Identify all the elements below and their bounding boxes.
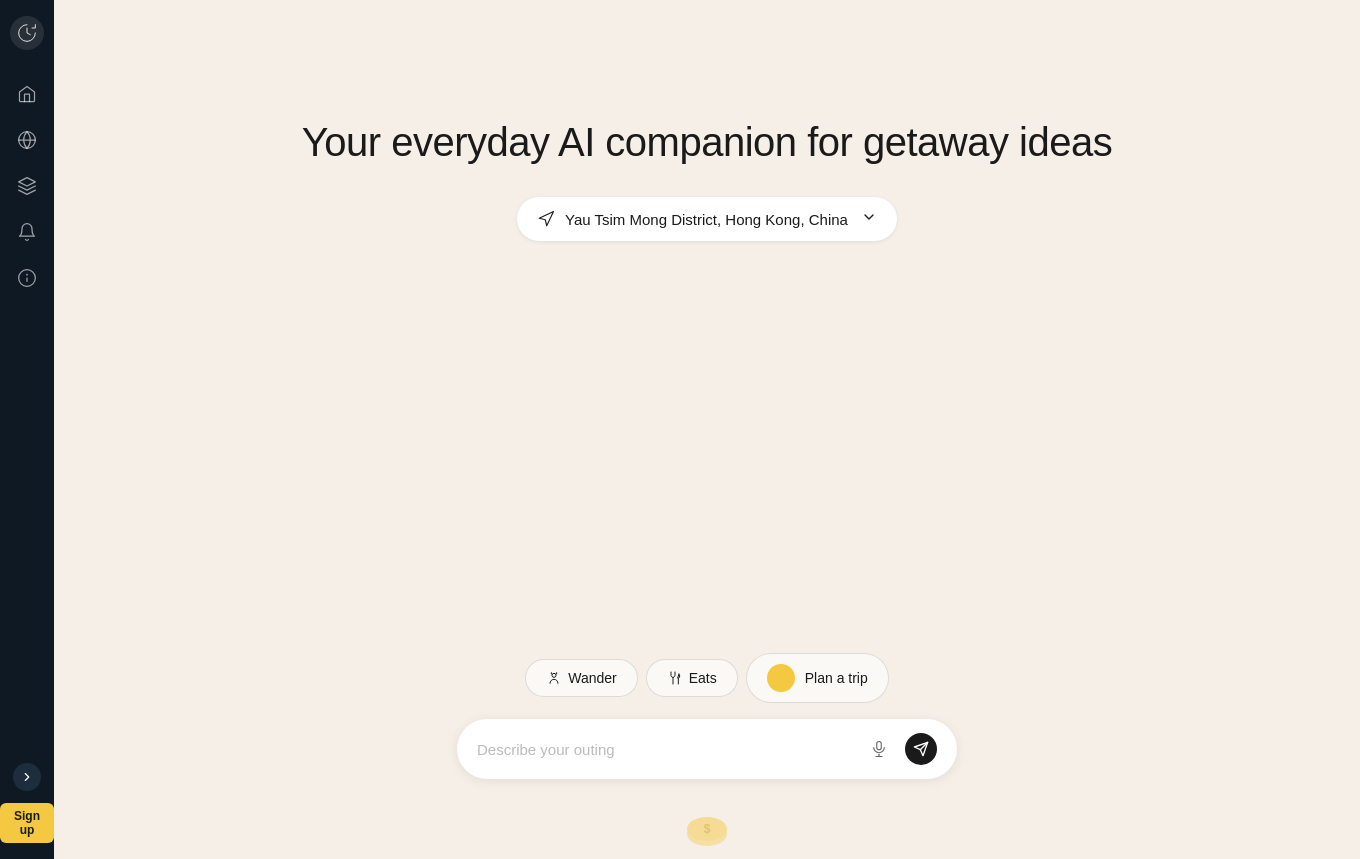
mic-button[interactable]	[865, 735, 893, 763]
logo-icon	[17, 23, 37, 43]
search-bar	[457, 719, 957, 779]
sidebar-item-layers[interactable]	[7, 166, 47, 206]
main-content: Your everyday AI companion for getaway i…	[54, 0, 1360, 859]
app-logo[interactable]	[10, 16, 44, 50]
svg-marker-1	[19, 178, 36, 186]
tab-plan-trip[interactable]: Plan a trip	[746, 653, 889, 703]
bottom-illustration: $	[667, 799, 747, 859]
send-button[interactable]	[905, 733, 937, 765]
svg-point-6	[552, 673, 556, 677]
navigation-icon	[537, 210, 555, 228]
location-chevron	[861, 209, 877, 229]
eats-icon	[667, 670, 683, 686]
eats-label: Eats	[689, 670, 717, 686]
mic-icon	[870, 740, 888, 758]
sidebar-item-home[interactable]	[7, 74, 47, 114]
location-pill-left: Yau Tsim Mong District, Hong Kong, China	[537, 210, 848, 228]
layers-icon	[17, 176, 37, 196]
chevron-down-icon	[861, 209, 877, 225]
tab-wander[interactable]: Wander	[525, 659, 638, 697]
wander-icon	[546, 670, 562, 686]
signup-button[interactable]: Sign up	[0, 803, 54, 843]
svg-text:$: $	[704, 822, 711, 836]
location-text: Yau Tsim Mong District, Hong Kong, China	[565, 211, 848, 228]
plan-trip-dot	[767, 664, 795, 692]
sidebar-item-notifications[interactable]	[7, 212, 47, 252]
globe-icon	[17, 130, 37, 150]
svg-rect-11	[877, 742, 882, 750]
sidebar-expand-button[interactable]	[13, 763, 41, 791]
info-icon	[17, 268, 37, 288]
wander-label: Wander	[568, 670, 617, 686]
send-icon	[913, 741, 929, 757]
location-selector[interactable]: Yau Tsim Mong District, Hong Kong, China	[517, 197, 897, 241]
bell-icon	[17, 222, 37, 242]
sidebar-item-globe[interactable]	[7, 120, 47, 160]
hero-title: Your everyday AI companion for getaway i…	[302, 120, 1112, 165]
tab-eats[interactable]: Eats	[646, 659, 738, 697]
sidebar-nav	[7, 74, 47, 763]
search-input[interactable]	[477, 741, 853, 758]
tabs-row: Wander Eats Plan a trip	[525, 653, 889, 703]
home-icon	[17, 84, 37, 104]
chevron-right-icon	[20, 770, 34, 784]
plan-trip-label: Plan a trip	[805, 670, 868, 686]
sidebar: Sign up	[0, 0, 54, 859]
svg-marker-5	[539, 212, 553, 226]
sidebar-item-info[interactable]	[7, 258, 47, 298]
bottom-area: Wander Eats Plan a trip	[54, 653, 1360, 779]
